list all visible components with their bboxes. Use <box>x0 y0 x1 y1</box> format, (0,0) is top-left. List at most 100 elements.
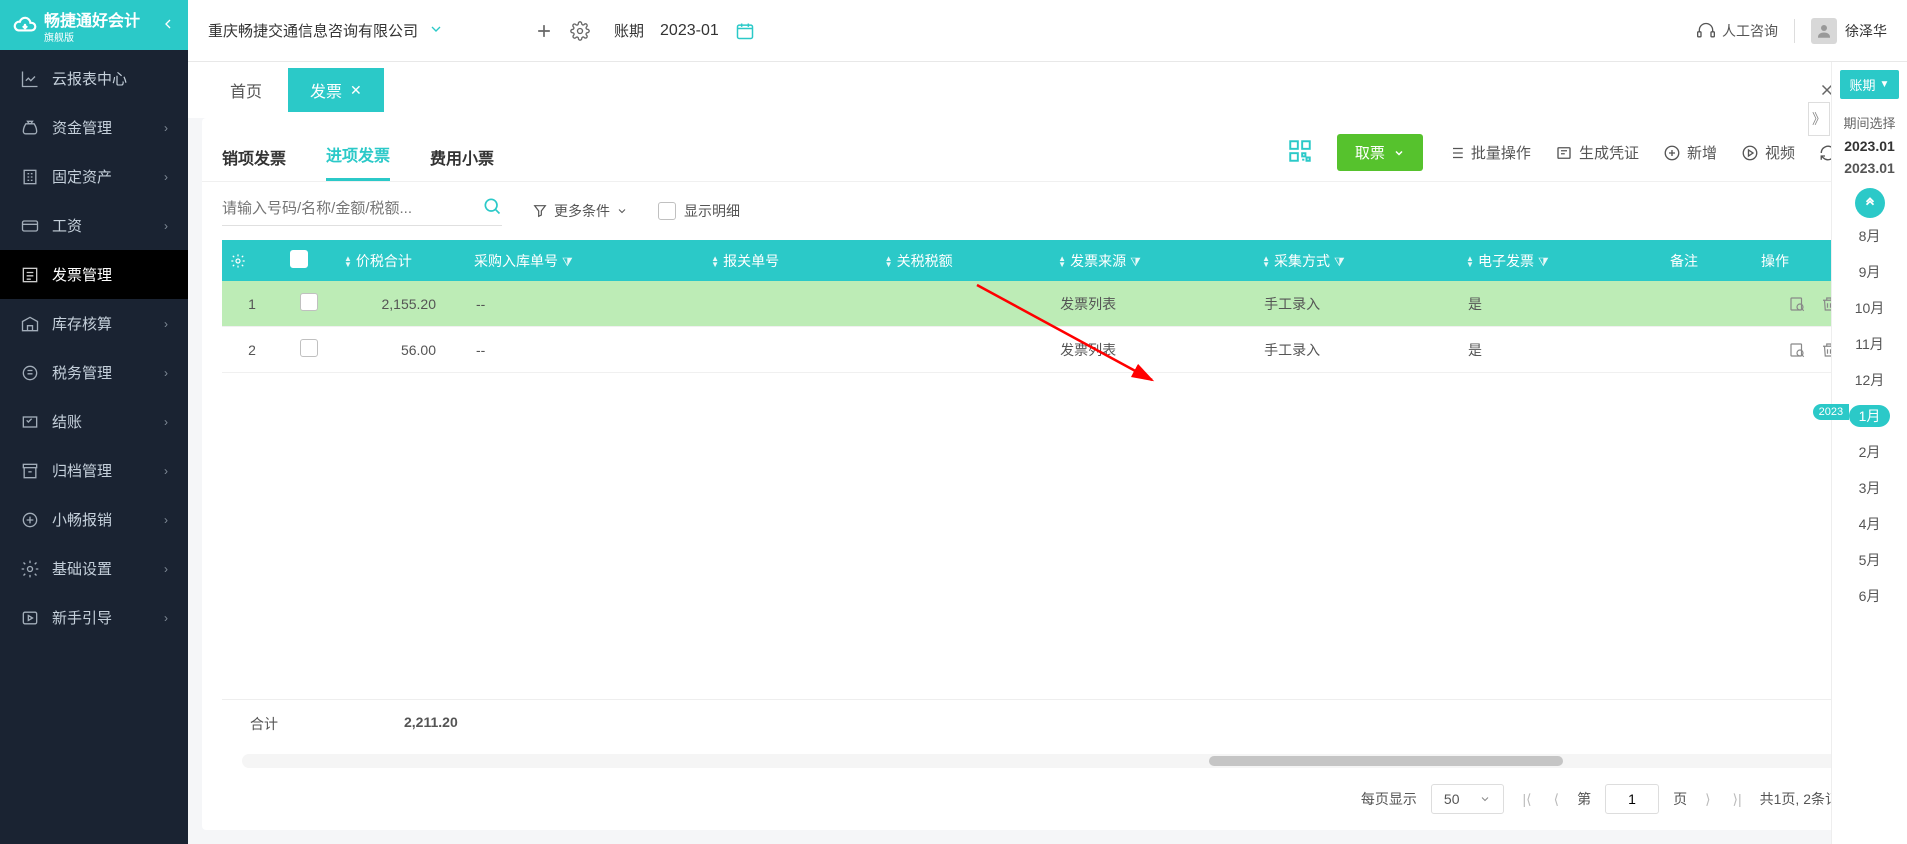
avatar-icon <box>1811 18 1837 44</box>
checkbook-icon <box>20 412 40 432</box>
settings-icon[interactable] <box>570 21 590 41</box>
per-page-value: 50 <box>1444 791 1460 807</box>
pager-first[interactable]: |⟨ <box>1518 787 1535 812</box>
rail-month[interactable]: 11月 <box>1855 334 1884 354</box>
invoice-panel: 销项发票 进项发票 费用小票 取票 批量操作 <box>202 118 1893 830</box>
column-remark[interactable]: 备注 <box>1662 240 1753 281</box>
row-checkbox[interactable] <box>282 281 336 327</box>
sidebar-item-payroll[interactable]: 工资 › <box>0 201 188 250</box>
sidebar-item-funds[interactable]: 资金管理 › <box>0 103 188 152</box>
more-conditions[interactable]: 更多条件 <box>532 201 628 221</box>
rail-month[interactable]: 20231月 <box>1849 406 1891 426</box>
row-amount: 56.00 <box>336 327 466 373</box>
row-customs-no <box>703 281 877 327</box>
rail-month[interactable]: 2月 <box>1859 442 1881 462</box>
period-label: 账期 <box>614 20 644 41</box>
rail-month[interactable]: 4月 <box>1859 514 1881 534</box>
sidebar-item-reimburse[interactable]: 小畅报销 › <box>0 495 188 544</box>
row-einvoice: 是 <box>1458 327 1662 373</box>
rail-month[interactable]: 5月 <box>1859 550 1881 570</box>
rail-month[interactable]: 12月 <box>1855 370 1885 390</box>
column-tariff[interactable]: ▲▼关税税额 <box>877 240 1051 281</box>
column-customs-no[interactable]: ▲▼报关单号 <box>703 240 877 281</box>
cloud-logo-icon <box>12 12 38 38</box>
video-label: 视频 <box>1765 142 1795 163</box>
rail-month[interactable]: 6月 <box>1859 586 1881 606</box>
rail-collapse[interactable]: 》 <box>1808 102 1830 136</box>
video-button[interactable]: 视频 <box>1741 142 1795 163</box>
add-icon[interactable] <box>534 21 554 41</box>
calendar-icon[interactable] <box>735 21 755 41</box>
chevron-right-icon: › <box>164 513 168 527</box>
tax-icon <box>20 363 40 383</box>
sidebar-item-fixed-assets[interactable]: 固定资产 › <box>0 152 188 201</box>
row-source: 发票列表 <box>1050 327 1254 373</box>
sidebar-item-tax[interactable]: 税务管理 › <box>0 348 188 397</box>
column-amount[interactable]: ▲▼价税合计 <box>336 240 466 281</box>
tab-close-icon[interactable]: ✕ <box>350 82 362 99</box>
add-label: 新增 <box>1687 142 1717 163</box>
gear-icon <box>20 559 40 579</box>
rail-month[interactable]: 3月 <box>1859 478 1881 498</box>
show-detail-toggle[interactable]: 显示明细 <box>658 201 740 221</box>
batch-ops-button[interactable]: 批量操作 <box>1447 142 1531 163</box>
user-menu[interactable]: 徐泽华 <box>1811 18 1887 44</box>
tab-home[interactable]: 首页 <box>208 68 284 112</box>
subtab-input[interactable]: 进项发票 <box>326 142 390 181</box>
rail-scroll-up[interactable] <box>1855 188 1885 218</box>
subtab-expense[interactable]: 费用小票 <box>430 145 494 181</box>
sidebar-item-inventory[interactable]: 库存核算 › <box>0 299 188 348</box>
pager-next[interactable]: ⟩ <box>1701 787 1714 812</box>
fetch-invoice-button[interactable]: 取票 <box>1337 134 1423 171</box>
sidebar-item-report-center[interactable]: 云报表中心 <box>0 54 188 103</box>
row-checkbox[interactable] <box>282 327 336 373</box>
column-source[interactable]: ▲▼发票来源⧩ <box>1050 240 1254 281</box>
pager-prev[interactable]: ⟨ <box>1550 787 1563 812</box>
column-select-all[interactable] <box>282 240 336 281</box>
view-icon[interactable] <box>1788 341 1806 359</box>
rail-year-top[interactable]: 2023.01 <box>1844 138 1895 154</box>
pager-last[interactable]: ⟩| <box>1729 787 1746 812</box>
qr-icon[interactable] <box>1287 138 1313 167</box>
support-link[interactable]: 人工咨询 <box>1696 21 1778 41</box>
rail-month[interactable]: 9月 <box>1859 262 1881 282</box>
table-row[interactable]: 1 2,155.20 -- 发票列表 手工录入 是 <box>222 281 1873 327</box>
view-icon[interactable] <box>1788 295 1806 313</box>
org-selector[interactable]: 重庆畅捷交通信息咨询有限公司 <box>208 20 518 41</box>
sidebar-item-archive[interactable]: 归档管理 › <box>0 446 188 495</box>
row-purchase-no: -- <box>466 327 703 373</box>
rail-month[interactable]: 10月 <box>1855 298 1885 318</box>
column-settings[interactable] <box>222 240 282 281</box>
horizontal-scrollbar[interactable] <box>242 754 1853 768</box>
row-amount: 2,155.20 <box>336 281 466 327</box>
pager-page-input[interactable] <box>1605 784 1659 814</box>
column-purchase-no[interactable]: 采购入库单号⧩ <box>466 240 703 281</box>
sidebar-item-label: 小畅报销 <box>52 509 112 530</box>
sidebar-item-invoice-mgmt[interactable]: 发票管理 <box>0 250 188 299</box>
tab-invoice[interactable]: 发票 ✕ <box>288 68 384 112</box>
add-button[interactable]: 新增 <box>1663 142 1717 163</box>
sidebar-item-close[interactable]: 结账 › <box>0 397 188 446</box>
rail-period-button[interactable]: 账期 ▼ <box>1840 70 1900 99</box>
gen-voucher-button[interactable]: 生成凭证 <box>1555 142 1639 163</box>
sidebar-item-guide[interactable]: 新手引导 › <box>0 593 188 642</box>
sort-icon: ▲▼ <box>711 256 719 268</box>
column-collect[interactable]: ▲▼采集方式⧩ <box>1254 240 1458 281</box>
subtab-output[interactable]: 销项发票 <box>222 145 286 181</box>
sidebar-item-label: 工资 <box>52 215 82 236</box>
sidebar-collapse-icon[interactable] <box>160 16 176 35</box>
search-input[interactable] <box>222 200 472 217</box>
search-icon[interactable] <box>482 196 502 221</box>
summary-amount: 2,211.20 <box>382 714 458 734</box>
sidebar-header: 畅捷通好会计 旗舰版 <box>0 0 188 50</box>
sidebar-item-settings[interactable]: 基础设置 › <box>0 544 188 593</box>
rail-month[interactable]: 8月 <box>1859 226 1881 246</box>
period-value[interactable]: 2023-01 <box>660 22 719 40</box>
column-einvoice[interactable]: ▲▼电子发票⧩ <box>1458 240 1662 281</box>
funnel-icon <box>532 203 548 219</box>
table-row[interactable]: 2 56.00 -- 发票列表 手工录入 是 <box>222 327 1873 373</box>
row-index: 1 <box>222 281 282 327</box>
chevron-down-icon <box>428 21 444 41</box>
per-page-select[interactable]: 50 <box>1431 784 1505 814</box>
rail-year-bottom[interactable]: 2023.01 <box>1844 160 1895 176</box>
